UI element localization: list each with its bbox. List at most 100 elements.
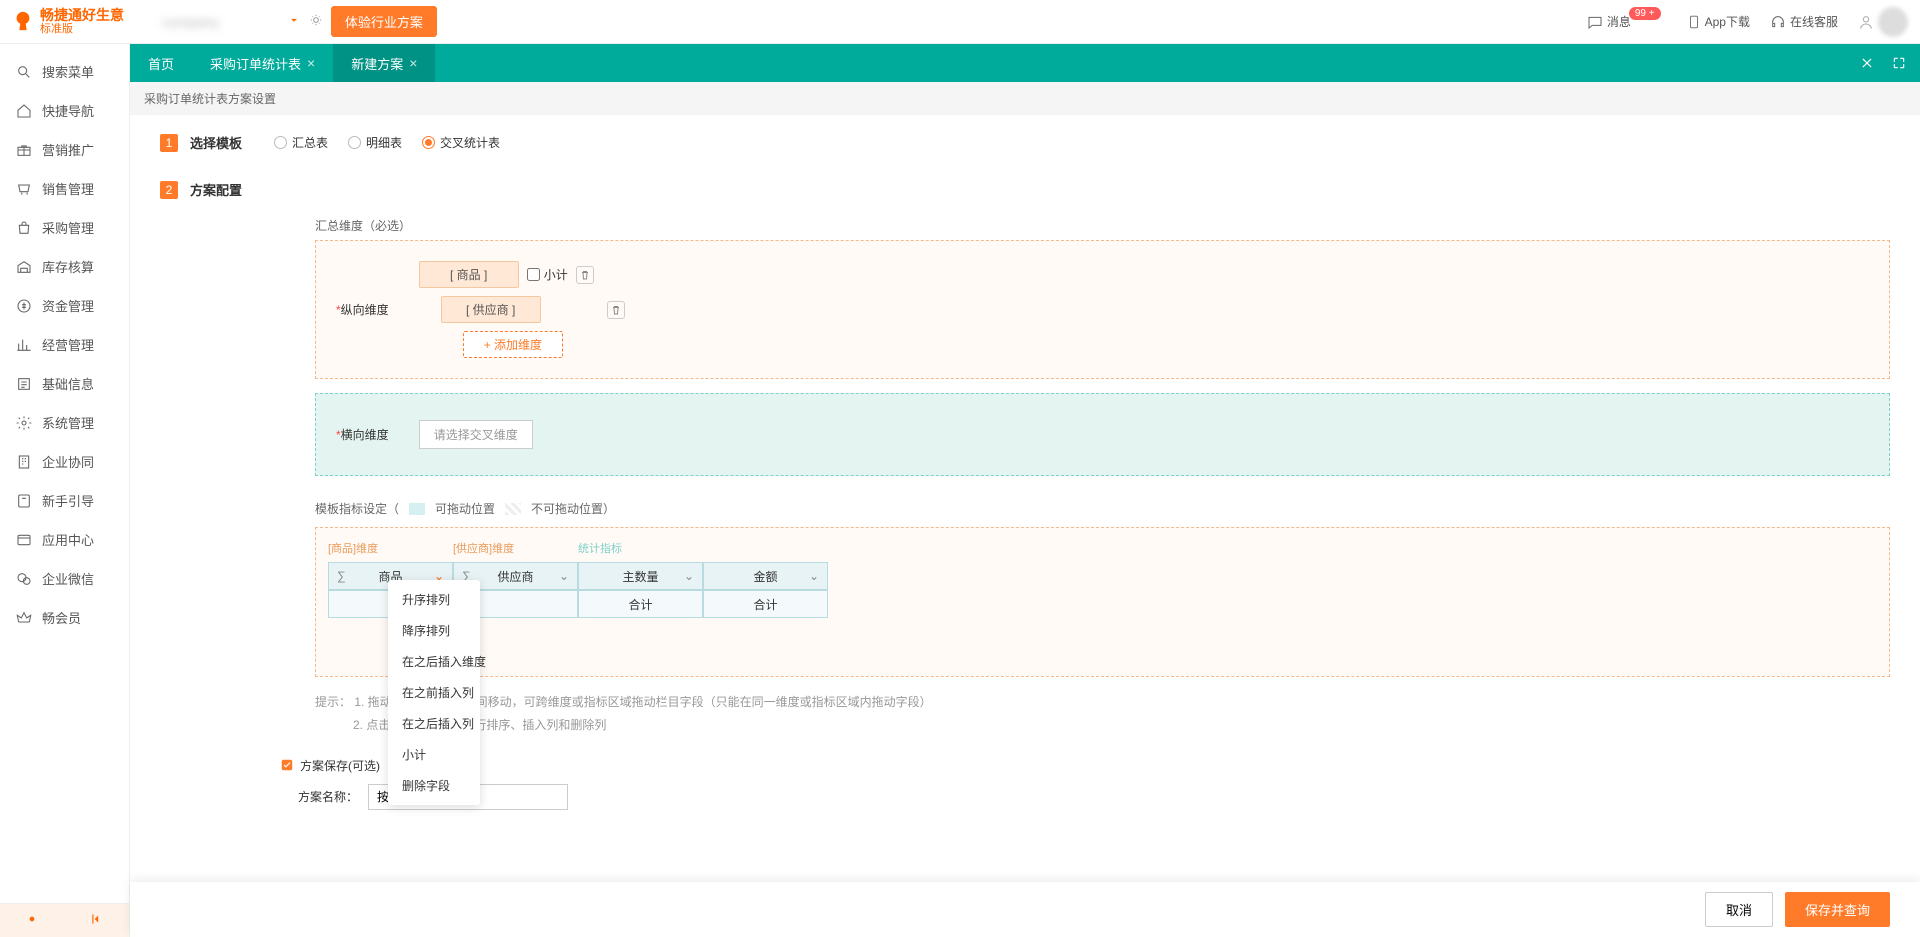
subtotal-label: 小计 xyxy=(544,266,568,283)
sidebar-list: 搜索菜单 快捷导航 营销推广 销售管理 采购管理 库存核算 资金管理 经营管理 … xyxy=(0,44,129,903)
col-head-qty[interactable]: 主数量⌄ xyxy=(578,562,703,590)
building-icon xyxy=(16,454,32,470)
tab-fullscreen-button[interactable] xyxy=(1886,50,1912,76)
dim-row-add: 添加维度 xyxy=(463,331,625,358)
step-badge-1: 1 xyxy=(160,134,178,152)
col-label-stat: 统计指标 xyxy=(578,540,828,556)
app-download-label: App下载 xyxy=(1705,13,1750,30)
delete-icon[interactable] xyxy=(607,301,625,319)
legend-box-nondraggable xyxy=(505,503,521,515)
sidebar-item-search[interactable]: 搜索菜单 xyxy=(0,52,129,91)
save-query-button[interactable]: 保存并查询 xyxy=(1785,892,1890,927)
sidebar-item-collab[interactable]: 企业协同 xyxy=(0,442,129,481)
close-icon[interactable]: × xyxy=(409,55,417,71)
menu-sort-asc[interactable]: 升序排列 xyxy=(388,584,480,615)
gear-icon[interactable] xyxy=(309,13,323,30)
sidebar-item-wechat[interactable]: 企业微信 xyxy=(0,559,129,598)
sidebar-item-inventory[interactable]: 库存核算 xyxy=(0,247,129,286)
indicator-title: 模板指标设定（ xyxy=(315,500,399,517)
avatar-image xyxy=(1878,7,1908,37)
app-download-link[interactable]: App下载 xyxy=(1687,13,1750,30)
tab-home[interactable]: 首页 xyxy=(130,44,192,82)
sidebar-item-purchase[interactable]: 采购管理 xyxy=(0,208,129,247)
sidebar-item-label: 快捷导航 xyxy=(42,101,94,120)
chevron-down-icon xyxy=(287,13,301,30)
cross-dim-select[interactable]: 请选择交叉维度 xyxy=(419,420,533,449)
sidebar-item-member[interactable]: 畅会员 xyxy=(0,598,129,637)
sidebar-item-label: 采购管理 xyxy=(42,218,94,237)
sidebar-collapse-button[interactable] xyxy=(65,904,130,937)
indicator-section: 模板指标设定（ 可拖动位置 不可拖动位置） [商品]维度 [供应商]维度 统计指… xyxy=(315,500,1890,677)
sidebar-item-marketing[interactable]: 营销推广 xyxy=(0,130,129,169)
tab-close-button[interactable] xyxy=(1854,50,1880,76)
messages-badge: 99 + xyxy=(1629,7,1661,20)
menu-insert-col-after[interactable]: 在之后插入列 xyxy=(388,708,480,739)
step1-bar: 1 选择模板 汇总表 明细表 交叉统计表 xyxy=(130,123,1920,162)
menu-sort-desc[interactable]: 降序排列 xyxy=(388,615,480,646)
online-service-link[interactable]: 在线客服 xyxy=(1770,13,1838,30)
save-section: 方案保存(可选) 方案名称： xyxy=(280,757,1890,830)
delete-icon[interactable] xyxy=(576,266,594,284)
sidebar-item-sales[interactable]: 销售管理 xyxy=(0,169,129,208)
step2-bar: 2 方案配置 xyxy=(130,170,1920,209)
radio-detail[interactable]: 明细表 xyxy=(348,134,402,151)
vertical-dim-box: *纵向维度 [ 商品 ] 小计 [ 供应商 ] xyxy=(315,240,1890,379)
menu-subtotal[interactable]: 小计 xyxy=(388,739,480,770)
sidebar-item-basic[interactable]: 基础信息 xyxy=(0,364,129,403)
menu-delete-field[interactable]: 删除字段 xyxy=(388,770,480,801)
company-selector[interactable]: company 体验行业方案 xyxy=(152,6,437,37)
sidebar-item-label: 营销推广 xyxy=(42,140,94,159)
chart-icon xyxy=(16,337,32,353)
logo: 畅捷通好生意 标准版 xyxy=(12,8,142,35)
close-icon[interactable]: × xyxy=(307,55,315,71)
total-cell-amount: 合计 xyxy=(703,590,828,618)
col-head-label: 金额 xyxy=(753,568,777,585)
menu-insert-dim-after[interactable]: 在之后插入维度 xyxy=(388,646,480,677)
logo-icon xyxy=(12,10,34,32)
subtotal-checkbox[interactable]: 小计 xyxy=(527,266,568,283)
step1-title: 选择模板 xyxy=(190,133,242,152)
tab-new-plan[interactable]: 新建方案× xyxy=(333,44,435,82)
sidebar-item-business[interactable]: 经营管理 xyxy=(0,325,129,364)
grid-header-row: ∑商品⌄ ∑供应商⌄ 主数量⌄ 金额⌄ xyxy=(328,562,1877,590)
grid-icon xyxy=(16,532,32,548)
radio-cross[interactable]: 交叉统计表 xyxy=(422,134,500,151)
radio-summary[interactable]: 汇总表 xyxy=(274,134,328,151)
template-radio-group: 汇总表 明细表 交叉统计表 xyxy=(274,134,500,151)
sidebar-item-guide[interactable]: 新手引导 xyxy=(0,481,129,520)
sidebar-item-label: 经营管理 xyxy=(42,335,94,354)
step-badge-2: 2 xyxy=(160,181,178,199)
footer-actions: 取消 保存并查询 xyxy=(130,882,1920,937)
user-avatar[interactable] xyxy=(1858,7,1908,37)
list-icon xyxy=(16,376,32,392)
message-icon xyxy=(1587,14,1603,30)
sidebar-item-nav[interactable]: 快捷导航 xyxy=(0,91,129,130)
sidebar-item-apps[interactable]: 应用中心 xyxy=(0,520,129,559)
chip-supplier[interactable]: [ 供应商 ] xyxy=(441,296,541,323)
chip-add-dimension[interactable]: 添加维度 xyxy=(463,331,563,358)
dim-tree: [ 商品 ] 小计 [ 供应商 ] 添加维度 xyxy=(419,261,625,358)
messages-link[interactable]: 消息 99 + xyxy=(1587,13,1667,30)
tab-label: 采购订单统计表 xyxy=(210,54,301,73)
tab-purchase-stats[interactable]: 采购订单统计表 × xyxy=(192,44,333,82)
sidebar-item-label: 搜索菜单 xyxy=(42,62,94,81)
chip-product[interactable]: [ 商品 ] xyxy=(419,261,519,288)
sidebar-settings-button[interactable] xyxy=(0,904,65,937)
book-icon xyxy=(16,493,32,509)
vertical-dim-label: *纵向维度 xyxy=(336,301,389,318)
check-icon xyxy=(280,758,294,772)
save-name-label: 方案名称： xyxy=(298,788,358,805)
cancel-button[interactable]: 取消 xyxy=(1705,892,1773,927)
cart-icon xyxy=(16,181,32,197)
sidebar-item-system[interactable]: 系统管理 xyxy=(0,403,129,442)
menu-insert-col-before[interactable]: 在之前插入列 xyxy=(388,677,480,708)
sidebar-item-label: 基础信息 xyxy=(42,374,94,393)
bag-icon xyxy=(16,220,32,236)
breadcrumb: 采购订单统计表方案设置 xyxy=(130,82,1920,115)
trial-button[interactable]: 体验行业方案 xyxy=(331,6,437,37)
sidebar-item-finance[interactable]: 资金管理 xyxy=(0,286,129,325)
col-head-label: 供应商 xyxy=(497,568,533,585)
horizontal-dim-label: *横向维度 xyxy=(336,426,389,443)
col-head-amount[interactable]: 金额⌄ xyxy=(703,562,828,590)
header-right: 消息 99 + App下载 在线客服 xyxy=(1587,7,1908,37)
